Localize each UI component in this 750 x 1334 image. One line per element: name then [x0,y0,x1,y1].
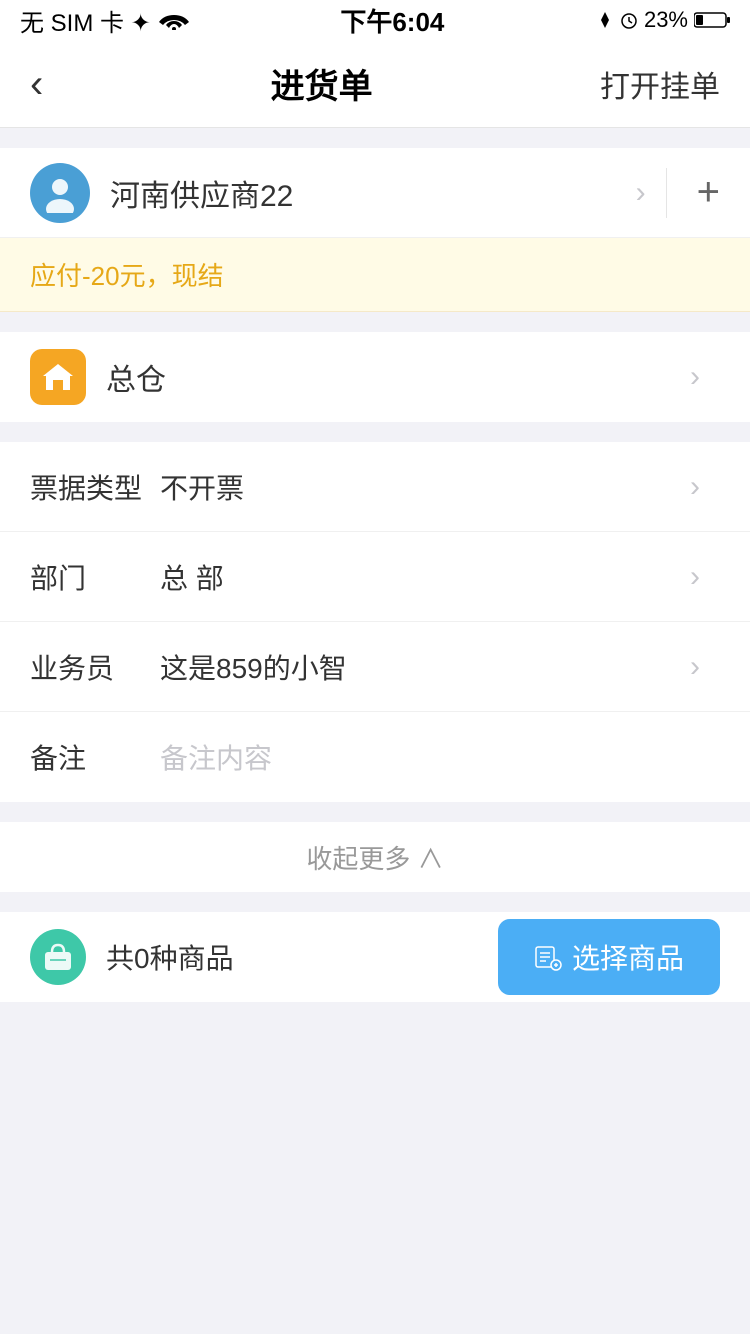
house-icon [41,360,75,394]
open-pending-button[interactable]: 打开挂单 [600,62,720,106]
battery-percent: 23% [644,7,688,33]
invoice-type-label: 票据类型 [30,467,160,507]
invoice-type-value: 不开票 [160,467,690,507]
supplier-section: 河南供应商22 › + [0,148,750,238]
department-row[interactable]: 部门 总 部 › [0,532,750,622]
status-left: 无 SIM 卡 ✦ [20,3,189,38]
select-product-label: 选择商品 [572,937,684,977]
person-icon [40,173,80,213]
page-title: 进货单 [271,59,373,108]
warehouse-section[interactable]: 总仓 › [0,332,750,422]
back-button[interactable]: ‹ [30,64,43,104]
product-count: 共0种商品 [106,937,498,977]
bottom-bar: 共0种商品 选择商品 [0,912,750,1002]
supplier-name[interactable]: 河南供应商22 [110,171,636,215]
divider [666,168,667,218]
notice-text: 应付-20元，现结 [30,261,224,291]
salesperson-label: 业务员 [30,647,160,687]
department-chevron-icon: › [690,560,700,594]
status-time: 下午6:04 [340,2,444,39]
sim-status: 无 SIM 卡 ✦ [20,3,151,38]
product-icon [30,929,86,985]
form-section: 票据类型 不开票 › 部门 总 部 › 业务员 这是859的小智 › 备注 备注… [0,442,750,802]
supplier-avatar [30,163,90,223]
warehouse-icon [30,349,86,405]
select-product-button[interactable]: 选择商品 [498,919,720,995]
salesperson-chevron-icon: › [690,650,700,684]
location-icon [596,11,614,29]
wifi-icon [159,10,189,30]
remark-input[interactable]: 备注内容 [160,737,720,777]
collapse-row[interactable]: 收起更多 ∧ [0,822,750,892]
alarm-icon [620,11,638,29]
remark-label: 备注 [30,737,160,777]
status-right: 23% [596,7,730,33]
invoice-type-chevron-icon: › [690,470,700,504]
notice-bar: 应付-20元，现结 [0,238,750,312]
invoice-type-row[interactable]: 票据类型 不开票 › [0,442,750,532]
bag-icon [41,940,75,974]
salesperson-value: 这是859的小智 [160,647,690,687]
salesperson-row[interactable]: 业务员 这是859的小智 › [0,622,750,712]
battery-icon [694,11,730,29]
warehouse-name: 总仓 [106,355,690,399]
department-label: 部门 [30,557,160,597]
supplier-chevron-icon: › [636,176,646,210]
remark-row[interactable]: 备注 备注内容 [0,712,750,802]
nav-bar: ‹ 进货单 打开挂单 [0,40,750,128]
add-supplier-button[interactable]: + [697,170,720,215]
warehouse-chevron-icon: › [690,360,700,394]
status-bar: 无 SIM 卡 ✦ 下午6:04 23% [0,0,750,40]
select-product-icon [534,943,562,971]
collapse-label: 收起更多 ∧ [306,839,443,876]
section-gap-1 [0,128,750,148]
department-value: 总 部 [160,557,690,597]
